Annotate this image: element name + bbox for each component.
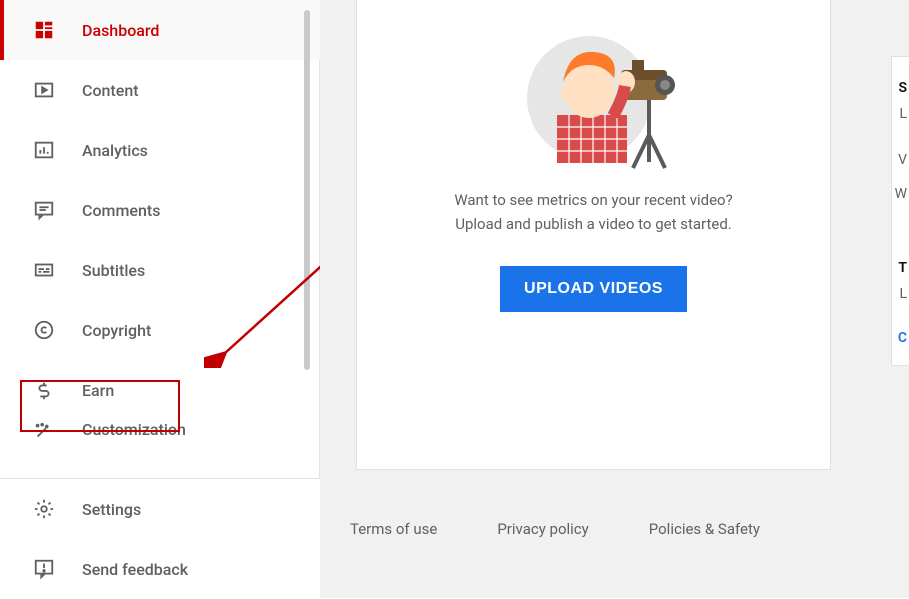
sidebar-item-subtitles[interactable]: Subtitles <box>0 240 320 300</box>
main-area: Want to see metrics on your recent video… <box>320 0 909 598</box>
earn-icon <box>32 378 56 402</box>
sidebar-bottom: Settings Send feedback <box>0 478 320 599</box>
sidebar-item-label: Earn <box>82 381 114 400</box>
sidebar-scroll-area: Dashboard Content Analytics Comments Sub <box>0 0 320 470</box>
sidebar-item-label: Analytics <box>82 141 148 160</box>
sidebar-item-label: Settings <box>82 500 141 519</box>
sidebar-item-analytics[interactable]: Analytics <box>0 120 320 180</box>
footer-policies-link[interactable]: Policies & Safety <box>649 520 760 538</box>
sidebar-item-label: Dashboard <box>82 21 159 40</box>
prompt-text-line1: Want to see metrics on your recent video… <box>454 188 732 212</box>
dashboard-icon <box>32 18 56 42</box>
sidebar-item-feedback[interactable]: Send feedback <box>0 539 320 599</box>
footer-links: Terms of use Privacy policy Policies & S… <box>350 520 760 538</box>
sidebar-item-label: Copyright <box>82 321 151 340</box>
copyright-icon <box>32 318 56 342</box>
sidebar-item-label: Content <box>82 81 139 100</box>
footer-privacy-link[interactable]: Privacy policy <box>497 520 588 538</box>
analytics-icon <box>32 138 56 162</box>
partial-letter: T <box>898 260 907 276</box>
sidebar: Dashboard Content Analytics Comments Sub <box>0 0 320 598</box>
sidebar-item-settings[interactable]: Settings <box>0 479 320 539</box>
content-icon <box>32 78 56 102</box>
sidebar-item-label: Subtitles <box>82 261 145 280</box>
sidebar-item-earn[interactable]: Earn <box>0 360 320 420</box>
partial-letter: L <box>899 106 907 122</box>
sidebar-item-customization[interactable]: Customization <box>0 420 320 460</box>
comments-icon <box>32 198 56 222</box>
partial-letter: C <box>898 330 907 346</box>
sidebar-item-content[interactable]: Content <box>0 60 320 120</box>
sidebar-item-label: Customization <box>82 420 186 439</box>
right-partial-card <box>891 56 909 366</box>
feedback-icon <box>32 557 56 581</box>
right-partial-panel: S L V W T L C <box>889 0 909 598</box>
creator-illustration <box>509 20 679 170</box>
upload-prompt-card: Want to see metrics on your recent video… <box>356 0 831 470</box>
customization-icon <box>32 420 56 444</box>
sidebar-item-label: Send feedback <box>82 560 188 579</box>
partial-letter: S <box>898 80 907 96</box>
partial-letter: V <box>898 152 907 168</box>
subtitles-icon <box>32 258 56 282</box>
sidebar-item-dashboard[interactable]: Dashboard <box>0 0 320 60</box>
prompt-text-line2: Upload and publish a video to get starte… <box>455 212 732 236</box>
upload-videos-button[interactable]: UPLOAD VIDEOS <box>500 266 687 312</box>
sidebar-item-copyright[interactable]: Copyright <box>0 300 320 360</box>
settings-icon <box>32 497 56 521</box>
sidebar-item-label: Comments <box>82 201 160 220</box>
footer-terms-link[interactable]: Terms of use <box>350 520 437 538</box>
partial-letter: L <box>899 286 907 302</box>
partial-letter: W <box>895 186 907 202</box>
sidebar-scrollbar[interactable] <box>304 10 310 370</box>
sidebar-item-comments[interactable]: Comments <box>0 180 320 240</box>
